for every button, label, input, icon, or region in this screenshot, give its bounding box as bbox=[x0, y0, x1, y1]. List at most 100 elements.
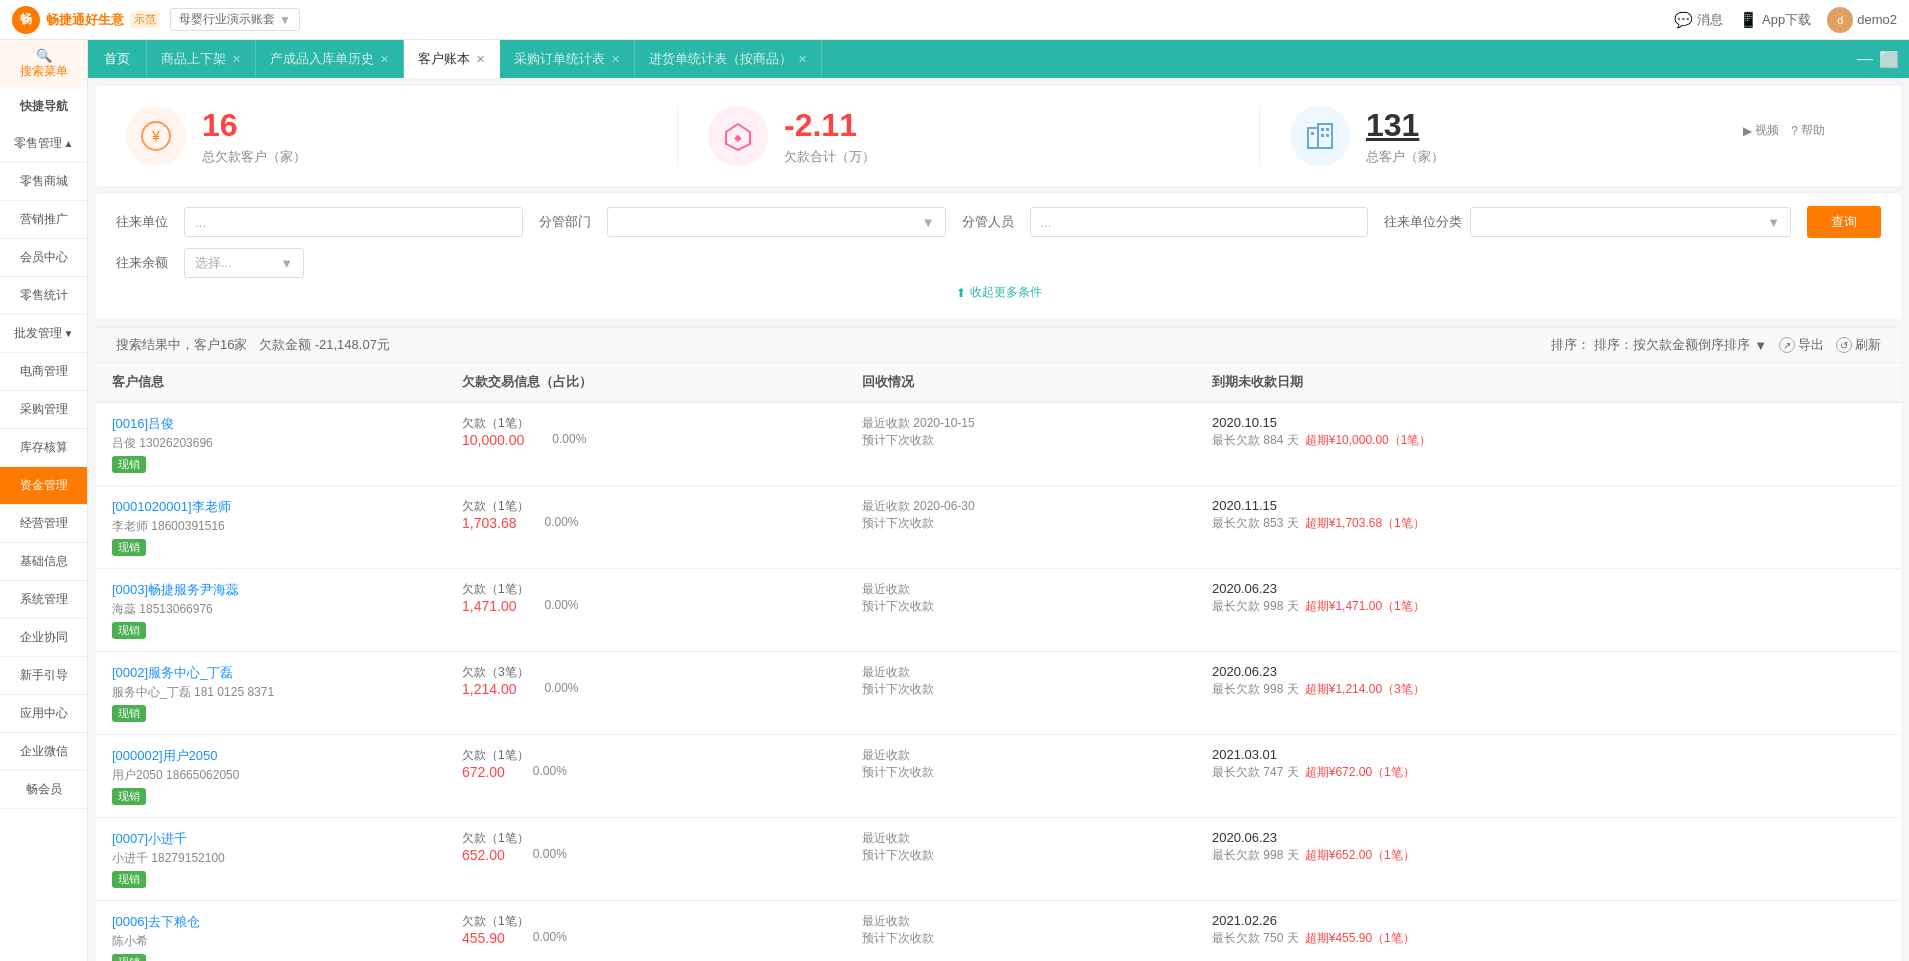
tab-minimize-button[interactable]: — bbox=[1857, 50, 1873, 68]
customer-tag: 现销 bbox=[112, 954, 146, 961]
sidebar-item-wechat[interactable]: 企业微信 bbox=[0, 733, 87, 771]
customer-contact: 小进千 18279152100 bbox=[112, 850, 462, 867]
tab-close-icon[interactable]: ✕ bbox=[476, 53, 485, 66]
tab-maximize-button[interactable]: ⬜ bbox=[1879, 50, 1899, 69]
tab-close-icon[interactable]: ✕ bbox=[232, 53, 241, 66]
sort-arrow-icon: ▼ bbox=[1754, 338, 1767, 353]
customer-contact: 用户2050 18665062050 bbox=[112, 767, 462, 784]
sidebar-item-guide[interactable]: 新手引导 bbox=[0, 657, 87, 695]
sidebar-item-collab[interactable]: 企业协同 bbox=[0, 619, 87, 657]
sidebar-item-finance[interactable]: 资金管理 bbox=[0, 467, 87, 505]
balance-select[interactable]: 选择... ▼ bbox=[184, 248, 304, 278]
col-debt-info: 欠款交易信息（占比） bbox=[462, 373, 862, 391]
debt-amount: 652.00 bbox=[462, 847, 505, 863]
overdue-link[interactable]: 超期¥672.00（1笔） bbox=[1305, 764, 1415, 781]
industry-selector[interactable]: 母婴行业演示账套 ▼ bbox=[170, 8, 300, 31]
sidebar-item-retail-stats[interactable]: 零售统计 bbox=[0, 277, 87, 315]
sidebar-item-system[interactable]: 系统管理 bbox=[0, 581, 87, 619]
sidebar-search[interactable]: 🔍 搜索菜单 bbox=[0, 40, 87, 88]
customer-name[interactable]: [0007]小进千 bbox=[112, 830, 462, 848]
card-label-total-customers: 总客户（家） bbox=[1366, 148, 1811, 166]
tab-customer-ledger[interactable]: 客户账本 ✕ bbox=[404, 40, 500, 78]
sidebar-item-app-center[interactable]: 应用中心 bbox=[0, 695, 87, 733]
tab-inbound-stats[interactable]: 进货单统计表（按商品） ✕ bbox=[635, 40, 822, 78]
recovery-cell: 最近收款 2020-10-15 预计下次收款 bbox=[862, 415, 1212, 473]
svg-rect-10 bbox=[1326, 134, 1329, 137]
recovery-cell: 最近收款 预计下次收款 bbox=[862, 913, 1212, 961]
sidebar-item-operations[interactable]: 经营管理 bbox=[0, 505, 87, 543]
sidebar-item-vip[interactable]: 畅会员 bbox=[0, 771, 87, 809]
col-recovery: 回收情况 bbox=[862, 373, 1212, 391]
filter-dept-label: 分管部门 bbox=[539, 213, 599, 231]
unit-class-select[interactable]: ▼ bbox=[1470, 207, 1791, 237]
sidebar-item-basic-info[interactable]: 基础信息 bbox=[0, 543, 87, 581]
customer-name[interactable]: [000002]用户2050 bbox=[112, 747, 462, 765]
sidebar-item-retail-mgmt[interactable]: 零售管理 ▲ bbox=[0, 125, 87, 163]
overdue-link[interactable]: 超期¥10,000.00（1笔） bbox=[1305, 432, 1432, 449]
data-table: 客户信息 欠款交易信息（占比） 回收情况 到期未收款日期 [0016]吕俊 吕俊… bbox=[96, 363, 1901, 961]
table-row: [0001020001]李老师 李老师 18600391516 现销 欠款（1笔… bbox=[96, 486, 1901, 569]
recovery-cell: 最近收款 2020-06-30 预计下次收款 bbox=[862, 498, 1212, 556]
user-avatar-area[interactable]: d demo2 bbox=[1827, 7, 1897, 33]
tab-close-icon[interactable]: ✕ bbox=[380, 53, 389, 66]
sidebar-item-wholesale[interactable]: 批发管理 ▼ bbox=[0, 315, 87, 353]
tab-production-history[interactable]: 产成品入库单历史 ✕ bbox=[256, 40, 404, 78]
debt-amount: 1,703.68 bbox=[462, 515, 517, 531]
manager-input[interactable]: ... bbox=[1030, 207, 1369, 237]
sidebar-item-ecommerce[interactable]: 电商管理 bbox=[0, 353, 87, 391]
tab-product-shelf[interactable]: 商品上下架 ✕ bbox=[147, 40, 256, 78]
customer-tag: 现销 bbox=[112, 788, 146, 805]
query-button[interactable]: 查询 bbox=[1807, 206, 1881, 238]
svg-rect-4 bbox=[1308, 128, 1318, 148]
due-date-cell: 2020.06.23 最长欠款 998 天 超期¥652.00（1笔） bbox=[1212, 830, 1885, 888]
customer-cell: [0006]去下粮仓 陈小希 现销 bbox=[112, 913, 462, 961]
sidebar-item-marketing[interactable]: 营销推广 bbox=[0, 201, 87, 239]
sidebar-item-purchase[interactable]: 采购管理 bbox=[0, 391, 87, 429]
summary-card-debt-customers: ¥ 16 总欠款客户（家） bbox=[126, 106, 678, 166]
app-download-button[interactable]: 📱 App下载 bbox=[1739, 11, 1811, 29]
customer-name[interactable]: [0002]服务中心_丁磊 bbox=[112, 664, 462, 682]
export-button[interactable]: ↗ 导出 bbox=[1779, 336, 1824, 354]
customer-name[interactable]: [0016]吕俊 bbox=[112, 415, 462, 433]
customer-name[interactable]: [0003]畅捷服务尹海蕊 bbox=[112, 581, 462, 599]
results-bar: 搜索结果中，客户16家 欠款金额 -21,148.07元 排序： 排序：按欠款金… bbox=[96, 327, 1901, 363]
sort-select[interactable]: 排序： 排序：按欠款金额倒序排序 ▼ bbox=[1551, 336, 1767, 354]
sidebar-item-member[interactable]: 会员中心 bbox=[0, 239, 87, 277]
sidebar-item-retail-mall[interactable]: 零售商城 bbox=[0, 163, 87, 201]
debt-amount: 1,471.00 bbox=[462, 598, 517, 614]
from-unit-input[interactable]: ... bbox=[184, 207, 523, 237]
avatar: d bbox=[1827, 7, 1853, 33]
tab-home[interactable]: 首页 bbox=[88, 40, 147, 78]
customer-name[interactable]: [0006]去下粮仓 bbox=[112, 913, 462, 931]
card-label-debt-customers: 总欠款客户（家） bbox=[202, 148, 647, 166]
table-row: [0002]服务中心_丁磊 服务中心_丁磊 181 0125 8371 现销 欠… bbox=[96, 652, 1901, 735]
overdue-link[interactable]: 超期¥1,214.00（3笔） bbox=[1305, 681, 1425, 698]
debt-cell: 欠款（1笔） 10,000.00 0.00% bbox=[462, 415, 862, 473]
tab-close-icon[interactable]: ✕ bbox=[798, 53, 807, 66]
card-info-debt-total: -2.11 欠款合计（万） bbox=[784, 107, 1229, 166]
dept-select[interactable]: ▼ bbox=[607, 207, 946, 237]
due-date-cell: 2020.06.23 最长欠款 998 天 超期¥1,471.00（1笔） bbox=[1212, 581, 1885, 639]
customer-cell: [0007]小进千 小进千 18279152100 现销 bbox=[112, 830, 462, 888]
overdue-link[interactable]: 超期¥1,471.00（1笔） bbox=[1305, 598, 1425, 615]
video-button[interactable]: ▶ 视频 bbox=[1743, 122, 1779, 139]
collapse-button[interactable]: ⬆ 收起更多条件 bbox=[116, 278, 1881, 307]
overdue-link[interactable]: 超期¥652.00（1笔） bbox=[1305, 847, 1415, 864]
top-bar: 畅 畅捷通好生意 示范 母婴行业演示账套 ▼ 💬 消息 📱 App下载 d de… bbox=[0, 0, 1909, 40]
app-orange-label: 示范 bbox=[130, 11, 160, 28]
filter-unit-class-label: 往来单位分类 bbox=[1384, 213, 1462, 231]
customer-name[interactable]: [0001020001]李老师 bbox=[112, 498, 462, 516]
refresh-button[interactable]: ↺ 刷新 bbox=[1836, 336, 1881, 354]
customer-tag: 现销 bbox=[112, 705, 146, 722]
message-button[interactable]: 💬 消息 bbox=[1674, 11, 1723, 29]
tab-purchase-stats[interactable]: 采购订单统计表 ✕ bbox=[500, 40, 635, 78]
filter-unit-class: 往来单位分类 ▼ bbox=[1384, 207, 1791, 237]
sidebar-quick-nav[interactable]: 快捷导航 bbox=[0, 88, 87, 125]
card-label-debt-total: 欠款合计（万） bbox=[784, 148, 1229, 166]
svg-rect-9 bbox=[1321, 134, 1324, 137]
tab-close-icon[interactable]: ✕ bbox=[611, 53, 620, 66]
sidebar-item-inventory[interactable]: 库存核算 bbox=[0, 429, 87, 467]
help-button[interactable]: ? 帮助 bbox=[1791, 122, 1825, 139]
overdue-link[interactable]: 超期¥455.90（1笔） bbox=[1305, 930, 1415, 947]
overdue-link[interactable]: 超期¥1,703.68（1笔） bbox=[1305, 515, 1425, 532]
